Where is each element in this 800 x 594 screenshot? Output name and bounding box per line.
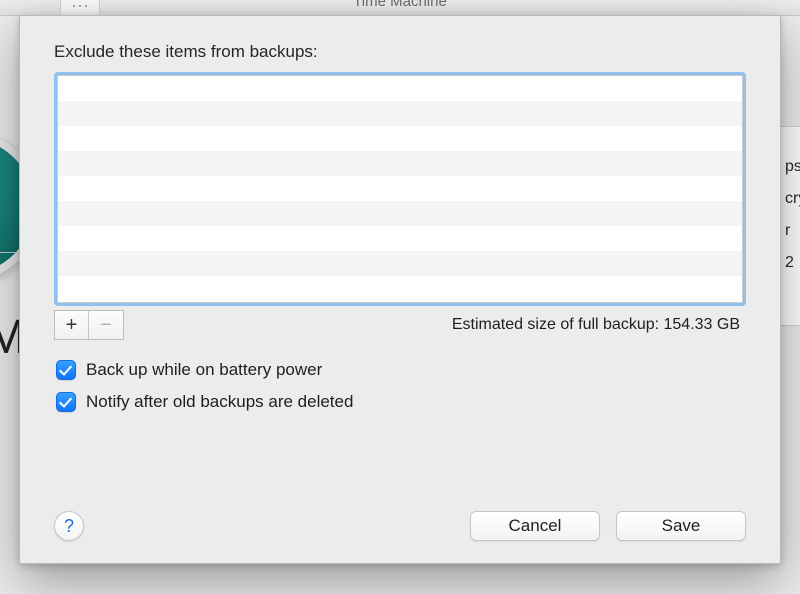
add-remove-group: + − xyxy=(54,310,124,340)
checks-group: Back up while on battery power Notify af… xyxy=(54,360,746,412)
check-notify-row[interactable]: Notify after old backups are deleted xyxy=(56,392,746,412)
footer-buttons: Cancel Save xyxy=(470,511,746,541)
check-notify-label: Notify after old backups are deleted xyxy=(86,392,353,412)
bg-disk-text-line: r 2 xyxy=(785,215,800,279)
check-battery-label: Back up while on battery power xyxy=(86,360,322,380)
plus-icon: + xyxy=(66,314,78,336)
checkbox-notify[interactable] xyxy=(56,392,76,412)
add-button[interactable]: + xyxy=(55,311,89,339)
list-row[interactable] xyxy=(58,226,742,251)
under-list-bar: + − Estimated size of full backup: 154.3… xyxy=(54,308,746,342)
list-row[interactable] xyxy=(58,76,742,101)
check-battery-row[interactable]: Back up while on battery power xyxy=(56,360,746,380)
list-row[interactable] xyxy=(58,151,742,176)
sheet-footer: ? Cancel Save xyxy=(54,493,746,541)
estimate-label: Estimated size of full backup: 154.33 GB xyxy=(452,316,746,334)
help-icon: ? xyxy=(64,516,74,537)
list-row[interactable] xyxy=(58,101,742,126)
estimate-prefix: Estimated size of full backup: xyxy=(452,316,664,333)
exclude-list[interactable] xyxy=(57,75,743,303)
list-row[interactable] xyxy=(58,251,742,276)
minus-icon: − xyxy=(100,314,112,336)
exclude-list-focus-ring xyxy=(54,72,746,306)
list-row[interactable] xyxy=(58,126,742,151)
bg-disk-text-line: psu xyxy=(785,151,800,183)
checkbox-battery[interactable] xyxy=(56,360,76,380)
list-row[interactable] xyxy=(58,201,742,226)
exclude-heading: Exclude these items from backups: xyxy=(54,42,746,62)
estimate-value: 154.33 GB xyxy=(664,316,741,333)
options-sheet: Exclude these items from backups: + − Es… xyxy=(19,15,781,564)
window-title: Time Machine xyxy=(353,0,447,7)
cancel-button[interactable]: Cancel xyxy=(470,511,600,541)
window-titlebar: ··· Time Machine xyxy=(0,0,800,16)
save-button[interactable]: Save xyxy=(616,511,746,541)
help-button[interactable]: ? xyxy=(54,511,84,541)
bg-disk-text-line: cry xyxy=(785,183,800,215)
remove-button[interactable]: − xyxy=(89,311,123,339)
list-row[interactable] xyxy=(58,176,742,201)
list-row[interactable] xyxy=(58,276,742,301)
